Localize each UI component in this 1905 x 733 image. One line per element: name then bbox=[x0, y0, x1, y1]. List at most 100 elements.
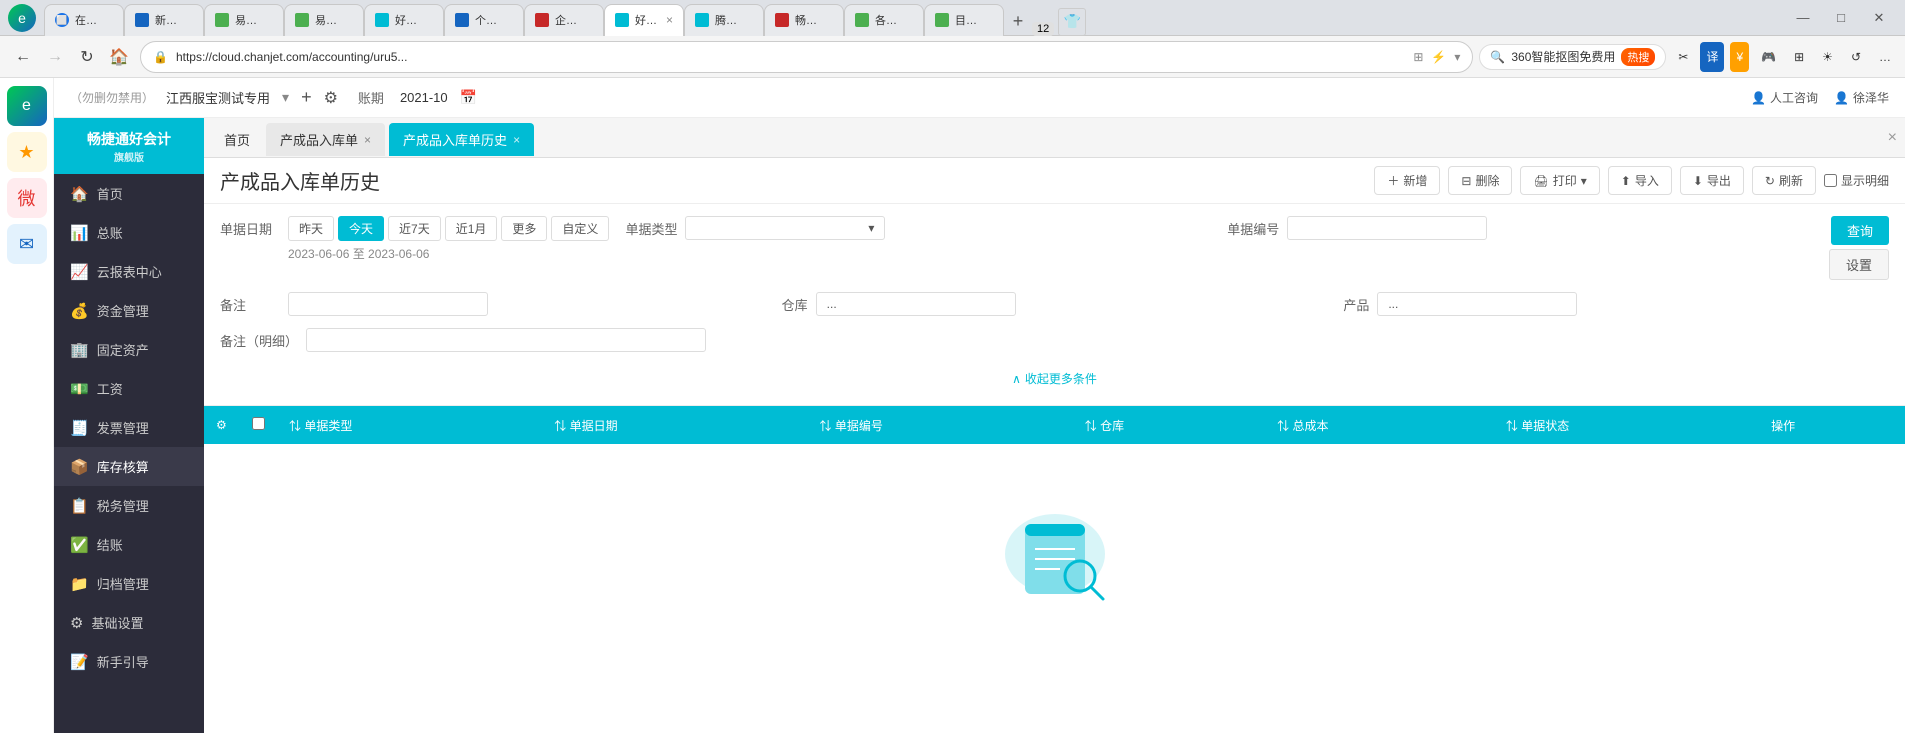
company-settings-button[interactable]: ⚙ bbox=[324, 88, 338, 108]
nav-item-archive[interactable]: 📁 归档管理 bbox=[54, 564, 204, 603]
browser-tab-9[interactable]: 腾… bbox=[684, 4, 764, 36]
show-detail-checkbox-label[interactable]: 显示明细 bbox=[1824, 172, 1889, 189]
grid-icon[interactable]: ⊞ bbox=[1413, 50, 1423, 64]
show-detail-checkbox[interactable] bbox=[1824, 174, 1837, 187]
note-detail-input[interactable] bbox=[306, 328, 706, 352]
scissors-button[interactable]: ✂ bbox=[1672, 42, 1694, 72]
browser-tab-5[interactable]: 好… bbox=[364, 4, 444, 36]
nav-item-general[interactable]: 📊 总账 bbox=[54, 213, 204, 252]
browser-tab-11[interactable]: 各… bbox=[844, 4, 924, 36]
calendar-icon[interactable]: 📅 bbox=[460, 89, 477, 106]
home-button[interactable]: 🏠 bbox=[104, 42, 134, 72]
search-box[interactable]: 🔍 360智能抠图免费用 热搜 bbox=[1479, 44, 1666, 70]
browser-tab-3[interactable]: 易… bbox=[204, 4, 284, 36]
url-bar[interactable]: 🔒 https://cloud.chanjet.com/accounting/u… bbox=[140, 41, 1473, 73]
browser-tab-8[interactable]: 好… × bbox=[604, 4, 684, 36]
th-status[interactable]: ⇅ 单据状态 bbox=[1494, 406, 1759, 444]
refresh-button[interactable]: ↻ bbox=[72, 42, 102, 72]
note-filter-input[interactable] bbox=[288, 292, 488, 316]
week-btn[interactable]: 近7天 bbox=[388, 216, 441, 241]
game-button[interactable]: 🎮 bbox=[1755, 42, 1782, 72]
nav-item-fixed[interactable]: 🏢 固定资产 bbox=[54, 330, 204, 369]
theme-button[interactable]: ☀ bbox=[1816, 42, 1839, 72]
more-button[interactable]: … bbox=[1873, 42, 1897, 72]
breadcrumb-tab-1[interactable]: 产成品入库单 × bbox=[266, 123, 385, 156]
user-profile-btn[interactable]: 👤 徐泽华 bbox=[1834, 89, 1889, 106]
browser-tab-4[interactable]: 易… bbox=[284, 4, 364, 36]
forward-button[interactable]: → bbox=[40, 42, 70, 72]
tab-1-icon: ⬜ bbox=[55, 13, 69, 27]
funds-nav-icon: 💰 bbox=[70, 302, 89, 320]
type-filter-select[interactable]: ▾ bbox=[685, 216, 885, 240]
browser-tab-7[interactable]: 企… bbox=[524, 4, 604, 36]
translate-button[interactable]: 译 bbox=[1700, 42, 1724, 72]
sync-button[interactable]: ↺ bbox=[1845, 42, 1867, 72]
grid-view-button[interactable]: ⊞ bbox=[1788, 42, 1810, 72]
nav-item-settings[interactable]: ⚙ 基础设置 bbox=[54, 603, 204, 642]
currency-button[interactable]: ¥ bbox=[1730, 42, 1749, 72]
close-window-button[interactable]: ✕ bbox=[1861, 4, 1897, 32]
back-button[interactable]: ← bbox=[8, 42, 38, 72]
new-tab-button[interactable]: + bbox=[1004, 8, 1032, 36]
maximize-button[interactable]: □ bbox=[1823, 4, 1859, 32]
lightning-icon[interactable]: ⚡ bbox=[1431, 50, 1446, 64]
nav-item-checkout[interactable]: ✅ 结账 bbox=[54, 525, 204, 564]
refresh-button[interactable]: ↻ 刷新 bbox=[1752, 166, 1816, 195]
today-btn[interactable]: 今天 bbox=[338, 216, 384, 241]
breadcrumb-tab-2-close[interactable]: × bbox=[513, 133, 520, 147]
query-button[interactable]: 查询 bbox=[1831, 216, 1889, 245]
app-icon-star[interactable]: ★ bbox=[7, 132, 47, 172]
table-settings-icon[interactable]: ⚙ bbox=[216, 418, 227, 432]
yesterday-btn[interactable]: 昨天 bbox=[288, 216, 334, 241]
shirt-icon[interactable]: 👕 bbox=[1058, 8, 1086, 36]
nav-item-new[interactable]: 📝 新手引导 bbox=[54, 642, 204, 681]
import-button[interactable]: ⬆ 导入 bbox=[1608, 166, 1672, 195]
browser-tab-12[interactable]: 目… bbox=[924, 4, 1004, 36]
nav-item-cloud[interactable]: 📈 云报表中心 bbox=[54, 252, 204, 291]
page-close-button[interactable]: × bbox=[1888, 129, 1897, 147]
number-filter-input[interactable] bbox=[1287, 216, 1487, 240]
custom-date-btn[interactable]: 自定义 bbox=[551, 216, 609, 241]
tab-4-icon bbox=[295, 13, 309, 27]
more-date-btn[interactable]: 更多 bbox=[501, 216, 547, 241]
company-dropdown-icon[interactable]: ▾ bbox=[282, 89, 289, 106]
nav-item-funds[interactable]: 💰 资金管理 bbox=[54, 291, 204, 330]
nav-item-invoice[interactable]: 🧾 发票管理 bbox=[54, 408, 204, 447]
select-all-checkbox[interactable] bbox=[252, 417, 265, 430]
th-checkbox[interactable] bbox=[240, 406, 277, 444]
warehouse-filter-select[interactable]: ... bbox=[816, 292, 1016, 316]
breadcrumb-tab-1-close[interactable]: × bbox=[364, 133, 371, 147]
nav-item-wages[interactable]: 💵 工资 bbox=[54, 369, 204, 408]
browser-tab-1[interactable]: ⬜ 在… bbox=[44, 4, 124, 36]
set-button[interactable]: 设置 bbox=[1829, 249, 1889, 280]
th-total-cost[interactable]: ⇅ 总成本 bbox=[1265, 406, 1494, 444]
browser-tab-2[interactable]: 新… bbox=[124, 4, 204, 36]
th-number[interactable]: ⇅ 单据编号 bbox=[808, 406, 1073, 444]
export-button[interactable]: ⬇ 导出 bbox=[1680, 166, 1744, 195]
print-button[interactable]: 🖨 打印 ▾ bbox=[1520, 166, 1599, 195]
browser-tab-10[interactable]: 畅… bbox=[764, 4, 844, 36]
month-btn[interactable]: 近1月 bbox=[445, 216, 498, 241]
breadcrumb-tab-2[interactable]: 产成品入库单历史 × bbox=[389, 123, 534, 156]
product-filter-select[interactable]: ... bbox=[1377, 292, 1577, 316]
nav-item-home[interactable]: 🏠 首页 bbox=[54, 174, 204, 213]
customer-service-btn[interactable]: 👤 人工咨询 bbox=[1751, 89, 1818, 106]
add-button[interactable]: ＋ 新增 bbox=[1374, 166, 1440, 195]
collapse-button[interactable]: ∧ 收起更多条件 bbox=[220, 364, 1889, 393]
company-add-button[interactable]: + bbox=[301, 87, 312, 108]
breadcrumb-home[interactable]: 首页 bbox=[212, 122, 262, 157]
th-date[interactable]: ⇅ 单据日期 bbox=[542, 406, 807, 444]
th-settings[interactable]: ⚙ bbox=[204, 406, 240, 444]
minimize-button[interactable]: — bbox=[1785, 4, 1821, 32]
tab-8-close-btn[interactable]: × bbox=[666, 13, 673, 27]
nav-item-tax[interactable]: 📋 税务管理 bbox=[54, 486, 204, 525]
app-icon-weibo[interactable]: 微 bbox=[7, 178, 47, 218]
app-icon-mail[interactable]: ✉ bbox=[7, 224, 47, 264]
th-type[interactable]: ⇅ 单据类型 bbox=[277, 406, 542, 444]
browser-tab-6[interactable]: 个… bbox=[444, 4, 524, 36]
nav-item-inventory[interactable]: 📦 库存核算 bbox=[54, 447, 204, 486]
app-icon-main[interactable]: e bbox=[7, 86, 47, 126]
url-dropdown-icon[interactable]: ▾ bbox=[1454, 50, 1460, 64]
delete-button[interactable]: ⊟ 删除 bbox=[1448, 166, 1512, 195]
th-warehouse[interactable]: ⇅ 仓库 bbox=[1073, 406, 1265, 444]
